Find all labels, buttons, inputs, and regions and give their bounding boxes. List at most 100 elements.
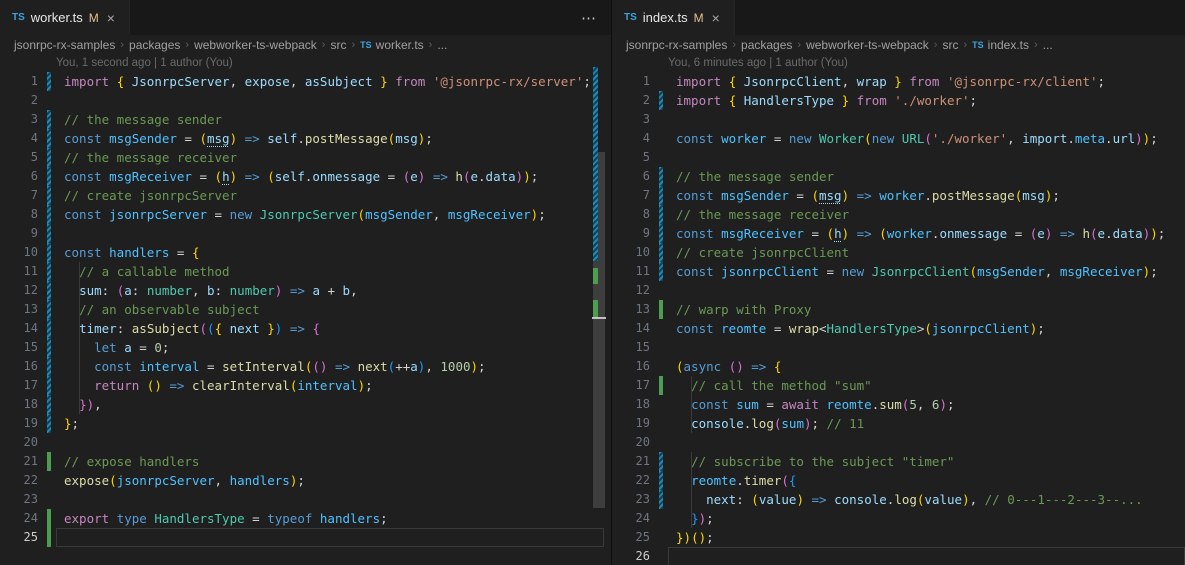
code-line: 17 return () => clearInterval(interval); [0, 376, 611, 395]
line-number: 19 [23, 416, 38, 430]
code-text: next: (value) => console.log(value), // … [676, 490, 1185, 509]
line-number: 4 [642, 131, 650, 145]
line-number: 10 [635, 245, 650, 259]
breadcrumb-item[interactable]: jsonrpc-rx-samples [626, 38, 727, 52]
gutter [38, 414, 64, 433]
gutter-modified-indicator [47, 281, 51, 300]
line-number: 5 [642, 150, 650, 164]
code-text: // the message receiver [676, 207, 850, 222]
gutter [650, 547, 676, 565]
gutter [38, 224, 64, 243]
code-line: 23 next: (value) => console.log(value), … [612, 490, 1185, 509]
breadcrumb-item-symbol[interactable]: ... [437, 38, 447, 52]
gutter [38, 148, 64, 167]
tab-worker-ts[interactable]: TS worker.ts M × [0, 0, 130, 35]
gutter [38, 72, 64, 91]
code-line: 17 // call the method "sum" [612, 376, 1185, 395]
code-line: 19 console.log(sum); // 11 [612, 414, 1185, 433]
breadcrumb-item[interactable]: packages [741, 38, 792, 52]
gutter-modified-indicator [659, 91, 663, 110]
indent-guide [79, 262, 81, 281]
breadcrumb-separator-icon: › [120, 39, 125, 51]
tab-bar-spacer: ⋯ [130, 0, 611, 35]
code-text: const sum = await reomte.sum(5, 6); [691, 395, 955, 414]
code-line: 4 const msgSender = (msg) => self.postMes… [0, 129, 611, 148]
breadcrumb-item[interactable]: webworker-ts-webpack [194, 38, 317, 52]
gutter [650, 148, 676, 167]
indent-guide [79, 357, 81, 376]
gutter-modified-indicator [659, 167, 663, 186]
breadcrumb-item[interactable]: src [942, 38, 958, 52]
code-text: const interval = setInterval(() => next(… [64, 357, 611, 376]
gutter [650, 319, 676, 338]
line-number: 21 [635, 454, 650, 468]
breadcrumb-item[interactable]: webworker-ts-webpack [806, 38, 929, 52]
gutter-added-indicator [659, 376, 663, 395]
gutter-added-indicator [47, 452, 51, 471]
gutter [38, 433, 64, 452]
line-number: 1 [642, 74, 650, 88]
code-text: // a callable method [79, 262, 230, 281]
breadcrumb-item-file[interactable]: TS worker.ts [360, 38, 424, 52]
code-text: console.log(sum); // 11 [691, 414, 865, 433]
code-text: export type HandlersType = typeof handle… [64, 511, 388, 526]
line-number: 2 [642, 93, 650, 107]
breadcrumb-item[interactable]: src [330, 38, 346, 52]
editor-worker-ts[interactable]: You, 1 second ago | 1 author (You) 1 impor… [0, 55, 611, 547]
breadcrumb-item-symbol[interactable]: ... [1043, 38, 1053, 52]
code-text: }), [79, 395, 102, 414]
breadcrumb-separator-icon: › [321, 39, 326, 51]
tab-bar: TS index.ts M × [612, 0, 1185, 35]
line-number: 7 [642, 188, 650, 202]
code-line: 5 // the message receiver [0, 148, 611, 167]
tab-close-icon[interactable]: × [710, 10, 722, 26]
gutter-modified-indicator [47, 357, 51, 376]
gutter [38, 528, 64, 547]
code-line: 15 [612, 338, 1185, 357]
line-number: 22 [635, 473, 650, 487]
line-number: 14 [635, 321, 650, 335]
code-line: 7 // create jsonrpcServer [0, 186, 611, 205]
tab-index-ts[interactable]: TS index.ts M × [612, 0, 735, 35]
gutter-modified-indicator [47, 414, 51, 433]
breadcrumb-item[interactable]: packages [129, 38, 180, 52]
indent-guide [691, 490, 693, 509]
gutter [38, 186, 64, 205]
line-number: 3 [30, 112, 38, 126]
gutter-modified-indicator [659, 490, 663, 509]
indent-guide [691, 471, 693, 490]
gutter-modified-indicator [659, 224, 663, 243]
gutter [38, 376, 64, 395]
tab-bar: TS worker.ts M × ⋯ [0, 0, 611, 35]
line-number: 4 [30, 131, 38, 145]
code-line: 22 expose(jsonrpcServer, handlers); [0, 471, 611, 490]
gutter [650, 528, 676, 547]
tab-close-icon[interactable]: × [105, 10, 117, 26]
breadcrumb-item[interactable]: jsonrpc-rx-samples [14, 38, 115, 52]
line-number: 7 [30, 188, 38, 202]
breadcrumb-item-file[interactable]: TS index.ts [972, 38, 1029, 52]
line-number: 20 [635, 435, 650, 449]
gutter [38, 205, 64, 224]
code-text: const msgReceiver = (h) => (worker.onmes… [676, 226, 1166, 241]
gutter [650, 186, 676, 205]
code-line: 20 [612, 433, 1185, 452]
editor-actions-more-icon[interactable]: ⋯ [581, 9, 597, 27]
scrollbar-slider[interactable] [593, 152, 605, 508]
code-line: 6 // the message sender [612, 167, 1185, 186]
gutter-modified-indicator [47, 319, 51, 338]
code-text: const handlers = { [64, 245, 200, 260]
gutter-added-indicator [47, 509, 51, 528]
breadcrumb-separator-icon: › [963, 39, 968, 51]
code-line: 25})(); [612, 528, 1185, 547]
gutter-modified-indicator [47, 129, 51, 148]
code-text: sum: (a: number, b: number) => a + b, [79, 281, 358, 300]
code-text: const worker = new Worker(new URL('./wor… [676, 131, 1158, 146]
gutter [38, 338, 64, 357]
indent-guide [79, 281, 81, 300]
code-line: 2 import { HandlersType } from './worker'… [612, 91, 1185, 110]
code-line: 1 import { JsonrpcClient, wrap } from '@j… [612, 72, 1185, 91]
gutter [650, 110, 676, 129]
editor-index-ts[interactable]: You, 6 minutes ago | 1 author (You) 1 impo… [612, 55, 1185, 565]
